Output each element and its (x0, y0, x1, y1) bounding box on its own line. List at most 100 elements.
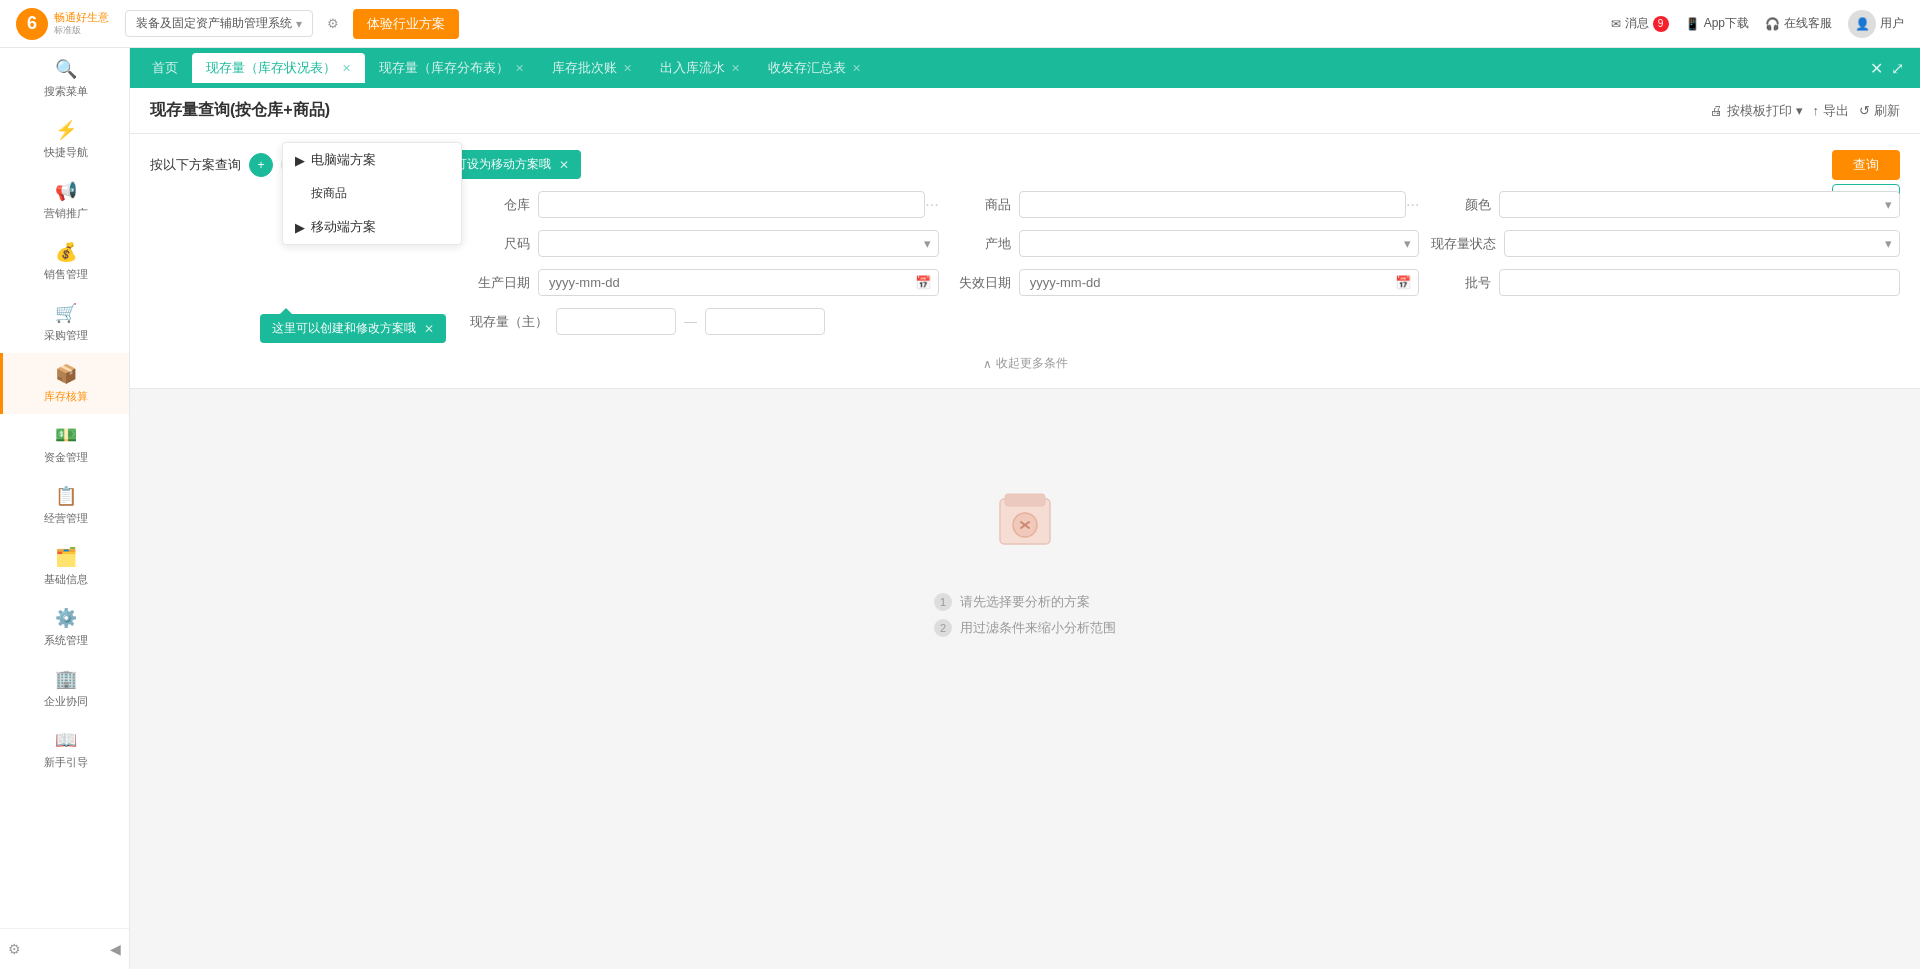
query-button[interactable]: 查询 (1832, 150, 1900, 180)
message-button[interactable]: ✉ 消息 9 (1611, 15, 1669, 32)
content-area: 首页 现存量（库存状况表） ✕ 现存量（库存分布表） ✕ 库存批次账 ✕ 出入库… (130, 48, 1920, 969)
tab-close-inventory-dist[interactable]: ✕ (515, 62, 524, 75)
sidebar-settings-icon[interactable]: ⚙ (8, 941, 21, 957)
refresh-icon: ↺ (1859, 103, 1870, 118)
scheme-tooltip-close-icon[interactable]: ✕ (559, 158, 569, 172)
sidebar-item-system[interactable]: ⚙️ 系统管理 (0, 597, 129, 658)
edit-tooltip-close-icon[interactable]: ✕ (424, 322, 434, 336)
chevron-down-icon: ▾ (296, 17, 302, 31)
close-all-tabs-icon[interactable]: ✕ (1870, 59, 1883, 78)
sidebar-item-sales[interactable]: 💰 销售管理 (0, 231, 129, 292)
sidebar: 🔍 搜索菜单 ⚡ 快捷导航 📢 营销推广 💰 销售管理 🛒 采购管理 (0, 48, 130, 969)
plus-icon: + (257, 158, 264, 172)
form-row-1: 仓库 ··· 商品 ··· (470, 191, 1900, 218)
search-icon: 🔍 (55, 58, 77, 80)
refresh-button[interactable]: ↺ 刷新 (1859, 102, 1900, 120)
color-input[interactable] (1499, 191, 1900, 218)
form-row-4: 现存量（主） — (470, 308, 1900, 335)
headset-icon: 🎧 (1765, 17, 1780, 31)
sidebar-item-inventory[interactable]: 📦 库存核算 (0, 353, 129, 414)
expand-arrow-icon: ▶ (295, 153, 305, 168)
inventory-min-input[interactable] (556, 308, 676, 335)
sidebar-item-guide[interactable]: 📖 新手引导 (0, 719, 129, 780)
scheme-tree-desktop[interactable]: ▶ 电脑端方案 (283, 143, 461, 177)
goods-dots-icon[interactable]: ··· (1406, 196, 1419, 214)
goods-input[interactable] (1019, 191, 1406, 218)
produce-date-input[interactable] (538, 269, 939, 296)
sidebar-item-quick-nav[interactable]: ⚡ 快捷导航 (0, 109, 129, 170)
empty-tips: 1 请先选择要分析的方案 2 用过滤条件来缩小分析范围 (934, 589, 1116, 641)
system-selector[interactable]: 装备及固定资产辅助管理系统 ▾ (125, 10, 313, 37)
print-chevron-icon: ▾ (1796, 103, 1803, 118)
message-icon: ✉ (1611, 17, 1621, 31)
produce-date-label: 生产日期 (470, 274, 530, 292)
empty-illustration (975, 469, 1075, 569)
warehouse-select-wrapper: ··· (538, 191, 939, 218)
tab-bar: 首页 现存量（库存状况表） ✕ 现存量（库存分布表） ✕ 库存批次账 ✕ 出入库… (130, 48, 1920, 88)
logo-text: 畅通好生意 标准版 (54, 10, 109, 37)
tab-close-receive-summary[interactable]: ✕ (852, 62, 861, 75)
app-download-button[interactable]: 📱 App下载 (1685, 15, 1749, 32)
collapse-row: ∧ 收起更多条件 (150, 347, 1900, 372)
tab-close-inventory-status[interactable]: ✕ (342, 62, 351, 75)
print-template-button[interactable]: 🖨 按模板打印 ▾ (1710, 102, 1803, 120)
tab-close-batch-account[interactable]: ✕ (623, 62, 632, 75)
empty-state: 1 请先选择要分析的方案 2 用过滤条件来缩小分析范围 (130, 389, 1920, 721)
produce-date-calendar-icon[interactable]: 📅 (915, 275, 931, 290)
scheme-tree-mobile[interactable]: ▶ 移动端方案 (283, 210, 461, 244)
form-row-2: 尺码 ▾ 产地 ▾ (470, 230, 1900, 257)
sidebar-item-search[interactable]: 🔍 搜索菜单 (0, 48, 129, 109)
scheme-tree-sub-item[interactable]: 按商品 (283, 177, 461, 210)
logo-area: 6 畅通好生意 标准版 (16, 8, 109, 40)
sidebar-item-operations[interactable]: 📋 经营管理 (0, 475, 129, 536)
sidebar-item-purchase[interactable]: 🛒 采购管理 (0, 292, 129, 353)
tab-receive-summary[interactable]: 收发存汇总表 ✕ (754, 53, 875, 83)
tab-inventory-status[interactable]: 现存量（库存状况表） ✕ (192, 53, 365, 83)
add-scheme-button[interactable]: + (249, 153, 273, 177)
tab-close-io-flow[interactable]: ✕ (731, 62, 740, 75)
building-icon: 🏢 (55, 668, 77, 690)
goods-label: 商品 (951, 196, 1011, 214)
settings-icon[interactable]: ⚙ (317, 8, 349, 40)
tab-home[interactable]: 首页 (138, 53, 192, 83)
phone-icon: 📱 (1685, 17, 1700, 31)
expire-date-label: 失效日期 (951, 274, 1011, 292)
warehouse-input[interactable] (538, 191, 925, 218)
tab-io-flow[interactable]: 出入库流水 ✕ (646, 53, 754, 83)
expire-date-calendar-icon[interactable]: 📅 (1395, 275, 1411, 290)
message-badge: 9 (1653, 16, 1669, 32)
sidebar-collapse-icon[interactable]: ◀ (110, 941, 121, 957)
export-button[interactable]: ↑ 导出 (1813, 102, 1850, 120)
expire-date-input[interactable] (1019, 269, 1420, 296)
sidebar-item-basic-info[interactable]: 🗂️ 基础信息 (0, 536, 129, 597)
origin-input[interactable] (1019, 230, 1420, 257)
avatar: 👤 (1848, 10, 1876, 38)
sidebar-item-marketing[interactable]: 📢 营销推广 (0, 170, 129, 231)
tab-inventory-dist[interactable]: 现存量（库存分布表） ✕ (365, 53, 538, 83)
warehouse-dots-icon[interactable]: ··· (925, 196, 938, 214)
page-header-actions: 🖨 按模板打印 ▾ ↑ 导出 ↺ 刷新 (1710, 102, 1901, 132)
user-button[interactable]: 👤 用户 (1848, 10, 1904, 38)
top-bar: 6 畅通好生意 标准版 装备及固定资产辅助管理系统 ▾ ⚙ 体验行业方案 ✉ 消… (0, 0, 1920, 48)
size-select-wrapper: ▾ (538, 230, 939, 257)
sidebar-bottom: ⚙ ◀ (0, 928, 129, 969)
app-wrapper: 6 畅通好生意 标准版 装备及固定资产辅助管理系统 ▾ ⚙ 体验行业方案 ✉ 消… (0, 0, 1920, 969)
expand-icon[interactable]: ⤢ (1891, 59, 1904, 78)
origin-select-wrapper: ▾ (1019, 230, 1420, 257)
form-group-goods: 商品 ··· (951, 191, 1420, 218)
sidebar-item-finance[interactable]: 💵 资金管理 (0, 414, 129, 475)
inventory-max-input[interactable] (705, 308, 825, 335)
money-icon: 💰 (55, 241, 77, 263)
form-group-inventory-main: 现存量（主） — (470, 308, 1900, 335)
inventory-state-input[interactable] (1504, 230, 1900, 257)
size-input[interactable] (538, 230, 939, 257)
online-support-button[interactable]: 🎧 在线客服 (1765, 15, 1832, 32)
scheme-tree-panel: ▶ 电脑端方案 按商品 ▶ 移动端方案 (282, 142, 462, 245)
trial-button[interactable]: 体验行业方案 (353, 9, 459, 39)
sidebar-item-enterprise[interactable]: 🏢 企业协同 (0, 658, 129, 719)
finance-icon: 💵 (55, 424, 77, 446)
expire-date-wrapper: 📅 (1019, 269, 1420, 296)
tab-batch-account[interactable]: 库存批次账 ✕ (538, 53, 646, 83)
collapse-button[interactable]: ∧ 收起更多条件 (983, 355, 1068, 372)
batch-input[interactable] (1499, 269, 1900, 296)
